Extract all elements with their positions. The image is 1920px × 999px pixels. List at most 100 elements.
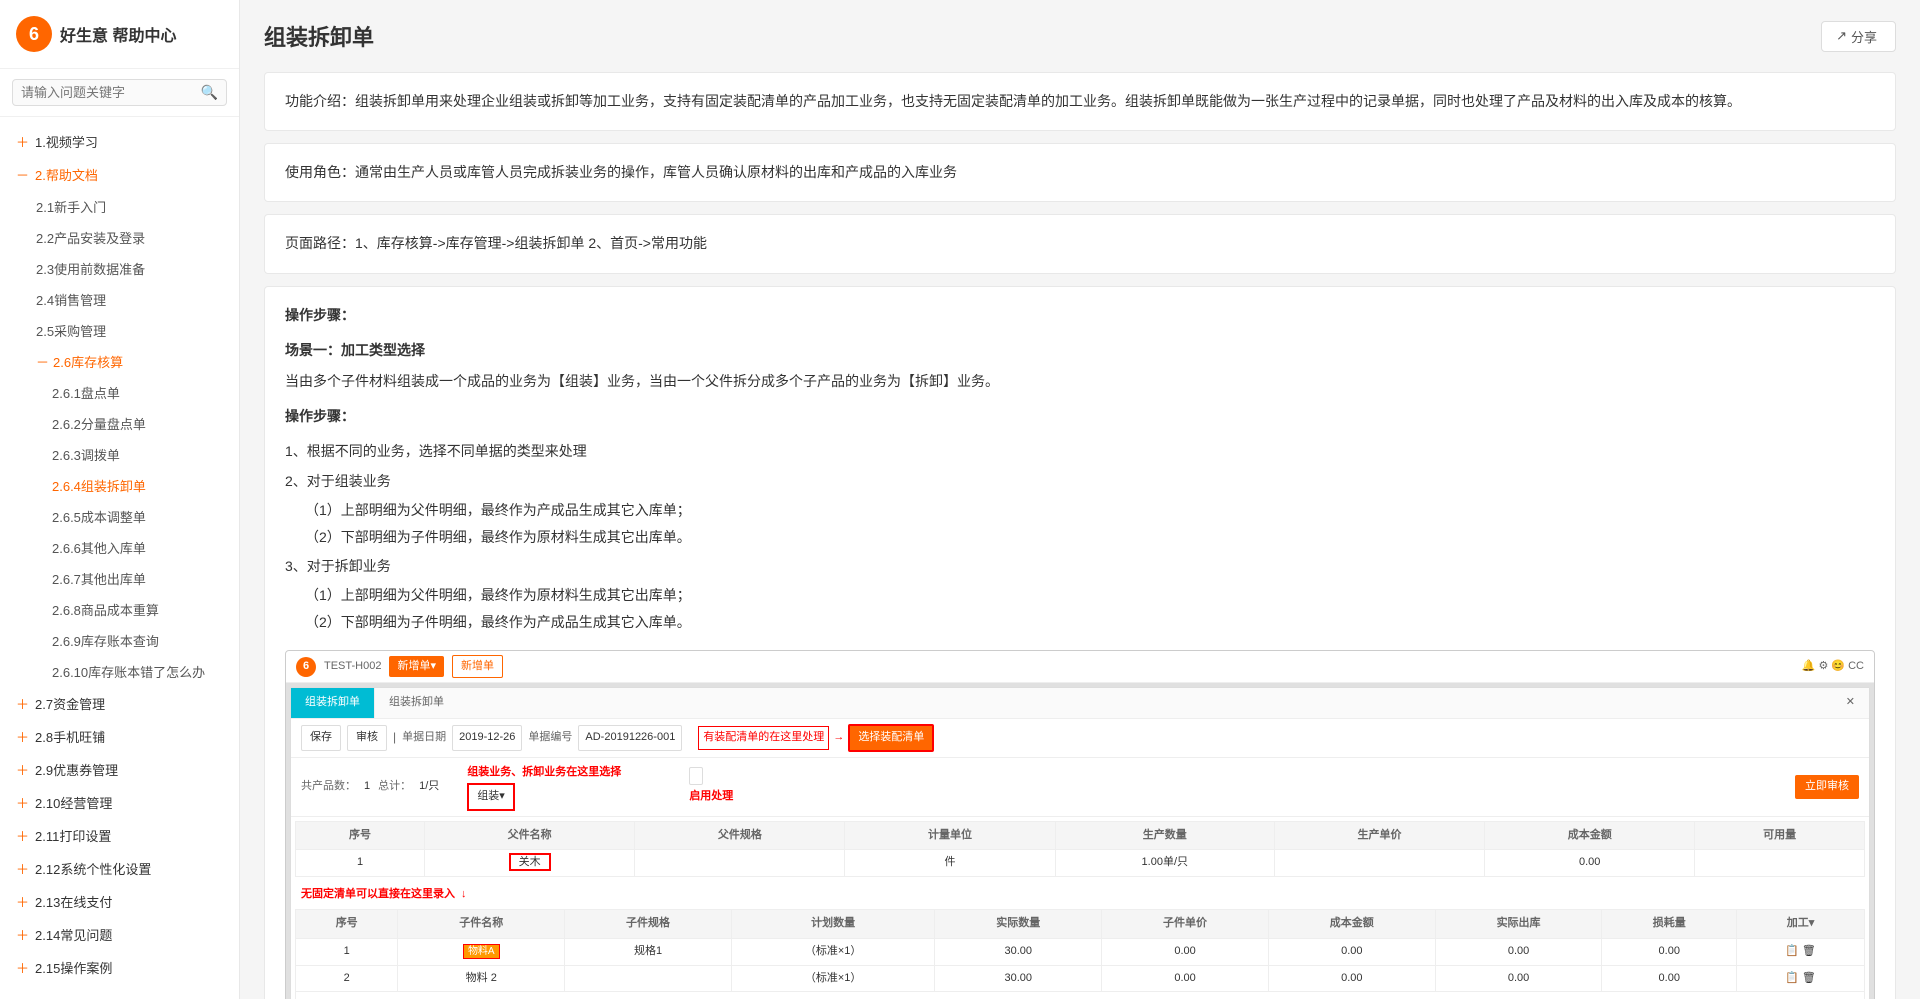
sidebar-item-2-7[interactable]: ＋ 2.7资金管理 (0, 687, 239, 720)
sc-lower-row-2: 2 物料 2 （标准×1） 30.00 0.00 0.00 0.00 0.00 … (296, 965, 1865, 992)
sidebar-item-2-6-7[interactable]: 2.6.7其他出库单 (0, 563, 239, 594)
sc-lcell-name-2: 物料 2 (398, 965, 565, 992)
sidebar-item-2-14[interactable]: ＋ 2.14常见问题 (0, 918, 239, 951)
sc-btn-save[interactable]: 保存 (301, 725, 341, 751)
sidebar-item-2-2[interactable]: 2.2产品安装及登录 (0, 222, 239, 253)
sidebar-label-2-10: 2.10经营管理 (35, 793, 112, 812)
logo-text: 好生意 帮助中心 (60, 22, 176, 46)
search-area: 🔍 (0, 69, 239, 117)
sc-arrow4: ↓ (461, 885, 467, 905)
sidebar-item-2-6-5[interactable]: 2.6.5成本调整单 (0, 501, 239, 532)
minus-icon-2-6: － (36, 352, 49, 371)
sc-cell-unitprice-1 (1274, 850, 1484, 877)
operations-card: 操作步骤： 场景一：加工类型选择 当由多个子件材料组装成一个成品的业务为【组装】… (264, 286, 1896, 999)
sidebar-item-2-3[interactable]: 2.3使用前数据准备 (0, 253, 239, 284)
sidebar-label-2-15: 2.15操作案例 (35, 958, 112, 977)
sc-lcell-actualout-2: 0.00 (1435, 965, 1602, 992)
sc-btn-audit[interactable]: 审核 (347, 725, 387, 751)
plus-icon-2-9: ＋ (16, 760, 29, 779)
step3-1: （1）上部明细为父件明细，最终作为原材料生成其它出库单； (305, 583, 1875, 608)
sidebar-item-2-6[interactable]: － 2.6库存核算 (0, 346, 239, 377)
sc-annotation-btn[interactable]: 选择装配清单 (848, 724, 934, 752)
sidebar-item-2-10[interactable]: ＋ 2.10经营管理 (0, 786, 239, 819)
path-card: 页面路径：1、库存核算->库存管理->组装拆卸单 2、首页->常用功能 (264, 214, 1896, 273)
sidebar-item-2-6-3[interactable]: 2.6.3调拨单 (0, 439, 239, 470)
plus-icon-2-7: ＋ (16, 694, 29, 713)
sc-bar-left: 6 TEST-H002 新增单▾ 新增单 (296, 655, 503, 679)
sidebar-item-2-6-1[interactable]: 2.6.1盘点单 (0, 377, 239, 408)
sc-form-type-row: 共产品数： 1 总计： 1/只 组装业务、拆卸业务在这里选择 组装▾ 启用处理 (291, 758, 1869, 817)
sc-cell-seq-1: 1 (296, 850, 425, 877)
sidebar-item-2-9[interactable]: ＋ 2.9优惠券管理 (0, 753, 239, 786)
sidebar-item-2-12[interactable]: ＋ 2.12系统个性化设置 (0, 852, 239, 885)
scenario1-title: 场景一：加工类型选择 (285, 338, 1875, 363)
sc-lower-table-wrap: 序号 子件名称 子件规格 计划数量 实际数量 子件单价 成本金额 实际出库 损耗… (295, 909, 1865, 999)
sc-main-window: 组装拆卸单 组装拆卸单 ✕ 保存 审核 | 单据日期 2019-12-26 单据… (290, 687, 1870, 999)
page-title: 组装拆卸单 (264, 20, 374, 52)
sc-annotation2: 组装业务、拆卸业务在这里选择 (467, 766, 621, 778)
share-button[interactable]: ↗ 分享 (1821, 21, 1896, 52)
plus-icon-2-12: ＋ (16, 859, 29, 878)
sc-lower-row-1: 1 物料A 规格1 （标准×1） 30.00 0.00 0.00 0.00 (296, 938, 1865, 965)
sidebar-item-2-5[interactable]: 2.5采购管理 (0, 315, 239, 346)
sidebar-item-2-6-2[interactable]: 2.6.2分量盘点单 (0, 408, 239, 439)
step2-2: （2）下部明细为子件明细，最终作为原材料生成其它出库单。 (305, 525, 1875, 550)
sidebar-item-2-6-9[interactable]: 2.6.9库存账本查询 (0, 625, 239, 656)
sidebar-item-2-6-4[interactable]: 2.6.4组装拆卸单 (0, 470, 239, 501)
search-icon[interactable]: 🔍 (201, 84, 218, 101)
sc-th-cost: 成本金额 (1485, 821, 1695, 850)
sc-lcell-proc-2: 📋 🗑 (1737, 965, 1865, 992)
sc-cell-name-1: 关木 (425, 850, 635, 877)
sidebar-item-2-11[interactable]: ＋ 2.11打印设置 (0, 819, 239, 852)
sc-window-tabs: 组装拆卸单 组装拆卸单 ✕ (291, 688, 1869, 719)
step3: 3、对于拆卸业务 (285, 554, 1875, 579)
sc-total-label: 总计： (378, 777, 411, 797)
sc-annotation1-area: 有装配清单的在这里处理 → 选择装配清单 (698, 724, 934, 752)
sc-separator-1: | (393, 727, 396, 749)
sc-lth-unit-price: 子件单价 (1102, 910, 1269, 939)
sc-child-name-badge: 物料A (463, 944, 500, 959)
sidebar-item-2-1[interactable]: 2.1新手入门 (0, 191, 239, 222)
sc-lcell-seq-1: 1 (296, 938, 398, 965)
sidebar-item-2-6-10[interactable]: 2.6.10库存账本错了怎么办 (0, 656, 239, 687)
sidebar-item-1[interactable]: ＋ 1.视频学习 (0, 125, 239, 158)
main-content: 组装拆卸单 ↗ 分享 功能介绍：组装拆卸单用来处理企业组装或拆卸等加工业务，支持… (240, 0, 1920, 999)
sidebar-item-2-6-6[interactable]: 2.6.6其他入库单 (0, 532, 239, 563)
sidebar-label-2-13: 2.13在线支付 (35, 892, 112, 911)
sc-lth-child-name: 子件名称 (398, 910, 565, 939)
intro-text: 功能介绍：组装拆卸单用来处理企业组装或拆卸等加工业务，支持有固定装配清单的产品加… (285, 89, 1875, 114)
sc-annotation1-text: 有装配清单的在这里处理 (698, 726, 829, 750)
sidebar-item-2-13[interactable]: ＋ 2.13在线支付 (0, 885, 239, 918)
sidebar-item-2-8[interactable]: ＋ 2.8手机旺铺 (0, 720, 239, 753)
logo-area: 6 好生意 帮助中心 (0, 0, 239, 69)
sidebar-item-2[interactable]: － 2.帮助文档 (0, 158, 239, 191)
sc-th-parent-name: 父件名称 (425, 821, 635, 850)
sidebar-item-2-15[interactable]: ＋ 2.15操作案例 (0, 951, 239, 984)
sc-type-select-area: 组装业务、拆卸业务在这里选择 组装▾ (467, 763, 621, 811)
sc-lower-row-3 (296, 992, 1865, 999)
sidebar-item-2-4[interactable]: 2.4销售管理 (0, 284, 239, 315)
sc-confirm-btn[interactable]: 立即审核 (1795, 775, 1859, 799)
search-input[interactable] (21, 85, 201, 100)
sc-total-val: 1/只 (419, 777, 439, 797)
sc-lcell-spec-2 (565, 965, 732, 992)
page-header: 组装拆卸单 ↗ 分享 (264, 20, 1896, 52)
plus-icon-1: ＋ (16, 132, 29, 151)
sc-upper-table-wrap: 序号 父件名称 父件规格 计量单位 生产数量 生产单价 成本金额 可用量 (295, 821, 1865, 878)
sc-lcell-actualout-1: 0.00 (1435, 938, 1602, 965)
sc-parent-name-box: 关木 (509, 853, 551, 871)
sc-icons: 🔔 ⚙ 😊 CC (1802, 657, 1864, 677)
sc-new-tab: 新增单▾ (389, 656, 444, 678)
sc-sub-count-val: 1 (364, 777, 370, 797)
sc-lth-plan-qty: 计划数量 (731, 910, 934, 939)
sc-th-avail: 可用量 (1695, 821, 1865, 850)
sidebar-item-2-6-8[interactable]: 2.6.8商品成本重算 (0, 594, 239, 625)
share-label: 分享 (1851, 27, 1877, 46)
sc-date-val: 2019-12-26 (452, 725, 522, 751)
sc-type-select-box[interactable]: 组装▾ (467, 783, 515, 811)
step1: 1、根据不同的业务，选择不同单据的类型来处理 (285, 439, 1875, 464)
search-box[interactable]: 🔍 (12, 79, 227, 106)
sc-window-close: ✕ (1832, 688, 1869, 718)
plus-icon-2-10: ＋ (16, 793, 29, 812)
sc-lcell-price-1: 0.00 (1102, 938, 1269, 965)
